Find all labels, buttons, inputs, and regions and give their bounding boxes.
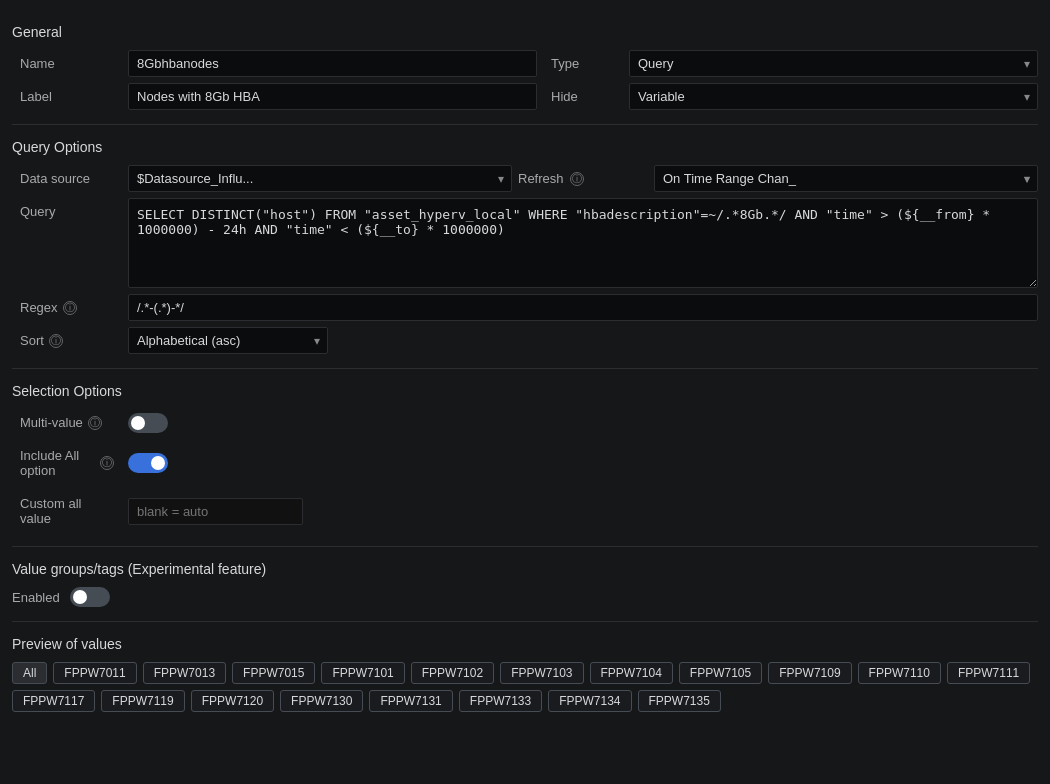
preview-tag[interactable]: FPPW7130 bbox=[280, 690, 363, 712]
preview-tag[interactable]: FPPW7131 bbox=[369, 690, 452, 712]
type-select-wrap: Query bbox=[629, 50, 1038, 77]
multi-value-toggle[interactable] bbox=[128, 413, 168, 433]
query-textarea[interactable]: SELECT DISTINCT("host") FROM "asset_hype… bbox=[128, 198, 1038, 288]
hide-select-wrap: Variable bbox=[629, 83, 1038, 110]
preview-tag[interactable]: FPPW7011 bbox=[53, 662, 136, 684]
preview-tag[interactable]: FPPW7111 bbox=[947, 662, 1030, 684]
multi-value-slider bbox=[128, 413, 168, 433]
preview-title: Preview of values bbox=[12, 636, 1038, 652]
datasource-label: Data source bbox=[12, 165, 122, 192]
refresh-wrap: Refresh ⓘ bbox=[518, 171, 648, 186]
general-title: General bbox=[12, 24, 1038, 40]
preview-tag[interactable]: FPPW7105 bbox=[679, 662, 762, 684]
selection-options-section: Selection Options Multi-value ⓘ Include … bbox=[12, 383, 1038, 532]
name-label: Name bbox=[12, 50, 122, 77]
value-groups-section: Value groups/tags (Experimental feature)… bbox=[12, 561, 1038, 607]
type-label: Type bbox=[543, 50, 623, 77]
regex-label: Regex ⓘ bbox=[12, 294, 122, 321]
include-all-row: Include All option ⓘ bbox=[12, 442, 1038, 484]
custom-all-label: Custom all value bbox=[12, 490, 122, 532]
refresh-info-icon[interactable]: ⓘ bbox=[570, 172, 584, 186]
query-label: Query bbox=[12, 198, 122, 225]
label-input-wrap bbox=[128, 83, 537, 110]
sort-select-wrap: Alphabetical (asc) bbox=[128, 327, 328, 354]
sort-info-icon[interactable]: ⓘ bbox=[49, 334, 63, 348]
preview-tag[interactable]: FPPW7104 bbox=[590, 662, 673, 684]
include-all-slider bbox=[128, 453, 168, 473]
preview-tag[interactable]: FPPW7120 bbox=[191, 690, 274, 712]
preview-tag[interactable]: FPPW7134 bbox=[548, 690, 631, 712]
type-select[interactable]: Query bbox=[629, 50, 1038, 77]
on-time-select[interactable]: On Time Range Chan_ bbox=[654, 165, 1038, 192]
label-label: Label bbox=[12, 83, 122, 110]
preview-tag[interactable]: FPPW7013 bbox=[143, 662, 226, 684]
preview-tag[interactable]: All bbox=[12, 662, 47, 684]
custom-all-input[interactable] bbox=[128, 498, 303, 525]
include-all-label: Include All option ⓘ bbox=[12, 442, 122, 484]
multi-value-row: Multi-value ⓘ bbox=[12, 409, 1038, 436]
datasource-select-wrap: $Datasource_Influ... bbox=[128, 165, 512, 192]
preview-tag[interactable]: FPPW7103 bbox=[500, 662, 583, 684]
preview-tag[interactable]: FPPW7101 bbox=[321, 662, 404, 684]
value-groups-toggle[interactable] bbox=[70, 587, 110, 607]
hide-label: Hide bbox=[543, 83, 623, 110]
preview-tag[interactable]: FPPW7102 bbox=[411, 662, 494, 684]
hide-select[interactable]: Variable bbox=[629, 83, 1038, 110]
preview-tag[interactable]: FPPW7109 bbox=[768, 662, 851, 684]
selection-options-title: Selection Options bbox=[12, 383, 1038, 399]
general-form-row1: Name Type Query bbox=[12, 50, 1038, 77]
on-time-select-wrap: On Time Range Chan_ ▾ bbox=[654, 165, 1038, 192]
multi-value-label: Multi-value ⓘ bbox=[12, 409, 122, 436]
include-all-toggle[interactable] bbox=[128, 453, 168, 473]
sort-label: Sort ⓘ bbox=[12, 327, 122, 354]
datasource-select[interactable]: $Datasource_Influ... bbox=[128, 165, 512, 192]
refresh-label: Refresh bbox=[518, 171, 564, 186]
value-groups-slider bbox=[70, 587, 110, 607]
name-input[interactable] bbox=[128, 50, 537, 77]
query-row: Query SELECT DISTINCT("host") FROM "asse… bbox=[12, 198, 1038, 288]
preview-tag[interactable]: FPPW7117 bbox=[12, 690, 95, 712]
regex-info-icon[interactable]: ⓘ bbox=[63, 301, 77, 315]
general-form-row2: Label Hide Variable bbox=[12, 83, 1038, 110]
sort-select[interactable]: Alphabetical (asc) bbox=[128, 327, 328, 354]
general-section: General Name Type Query Label Hide Varia… bbox=[12, 24, 1038, 110]
preview-tag[interactable]: FPPW7015 bbox=[232, 662, 315, 684]
regex-row: Regex ⓘ bbox=[12, 294, 1038, 321]
regex-input[interactable] bbox=[128, 294, 1038, 321]
name-input-wrap bbox=[128, 50, 537, 77]
multi-info-icon[interactable]: ⓘ bbox=[88, 416, 102, 430]
preview-tag[interactable]: FPPW7119 bbox=[101, 690, 184, 712]
query-options-section: Query Options Data source $Datasource_In… bbox=[12, 139, 1038, 354]
preview-tags-container: All FPPW7011 FPPW7013 FPPW7015 FPPW7101 FPPW7… bbox=[12, 662, 1038, 712]
value-groups-title: Value groups/tags (Experimental feature) bbox=[12, 561, 1038, 577]
preview-tag[interactable]: FPPW7135 bbox=[638, 690, 721, 712]
enabled-row: Enabled bbox=[12, 587, 1038, 607]
preview-tag[interactable]: FPPW7110 bbox=[858, 662, 941, 684]
preview-section: Preview of values All FPPW7011 FPPW7013 FPP… bbox=[12, 636, 1038, 712]
query-options-title: Query Options bbox=[12, 139, 1038, 155]
include-all-info-icon[interactable]: ⓘ bbox=[100, 456, 114, 470]
preview-tag[interactable]: FPPW7133 bbox=[459, 690, 542, 712]
enabled-label: Enabled bbox=[12, 590, 60, 605]
datasource-row: Data source $Datasource_Influ... Refresh… bbox=[12, 165, 1038, 192]
label-input[interactable] bbox=[128, 83, 537, 110]
sort-row: Sort ⓘ Alphabetical (asc) bbox=[12, 327, 1038, 354]
custom-all-row: Custom all value bbox=[12, 490, 1038, 532]
